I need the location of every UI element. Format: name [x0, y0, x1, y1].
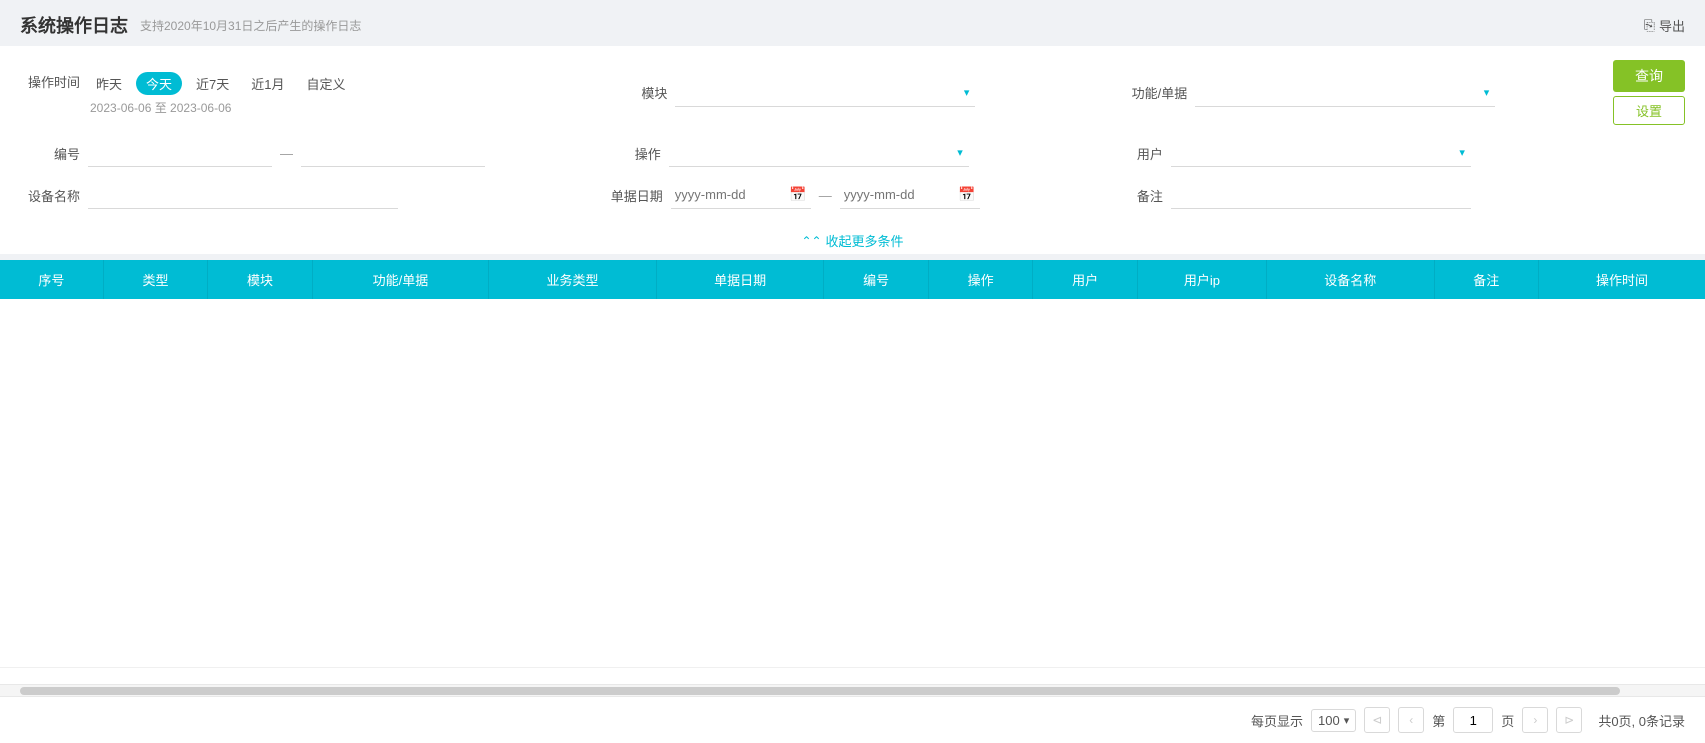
col-biz-type: 业务类型 [489, 260, 657, 299]
page-first-button[interactable]: ⊲ [1364, 707, 1390, 733]
operation-label: 操作 [601, 144, 661, 163]
filter-area: 操作时间 昨天 今天 近7天 近1月 自定义 2023-06-06 至 2023… [0, 46, 1705, 223]
col-seq: 序号 [0, 260, 103, 299]
per-page-chevron-icon: ▾ [1344, 714, 1350, 727]
device-filter-col: 设备名称 [20, 181, 571, 209]
doc-date-label: 单据日期 [601, 186, 663, 205]
table-body [0, 299, 1705, 668]
action-buttons: 查询 设置 [1593, 60, 1685, 125]
time-btn-7days[interactable]: 近7天 [188, 72, 237, 95]
empty-state [8, 308, 1697, 658]
feature-filter-col: 功能/单据 ▾ [1115, 79, 1593, 107]
time-btn-today[interactable]: 今天 [136, 72, 182, 95]
doc-date-dash: — [819, 188, 832, 203]
page-subtitle: 支持2020年10月31日之后产生的操作日志 [140, 17, 361, 34]
operation-select[interactable]: ▾ [669, 139, 969, 167]
collapse-button[interactable]: ⌃⌃ 收起更多条件 [801, 231, 903, 250]
col-op-time: 操作时间 [1539, 260, 1705, 299]
col-user-ip: 用户ip [1137, 260, 1266, 299]
user-chevron-icon: ▾ [1459, 146, 1465, 159]
col-operation: 操作 [928, 260, 1032, 299]
device-input[interactable] [88, 181, 398, 209]
per-page-value: 100 [1318, 713, 1340, 728]
module-label: 模块 [607, 83, 667, 102]
feature-select[interactable]: ▾ [1195, 79, 1495, 107]
remark-filter-col: 备注 [1103, 181, 1575, 209]
page-header: 系统操作日志 支持2020年10月31日之后产生的操作日志 ⎘ 导出 [0, 0, 1705, 46]
table-header: 序号 类型 模块 功能/单据 业务类型 单据日期 编号 操作 用户 用户ip 设… [0, 260, 1705, 299]
data-table: 序号 类型 模块 功能/单据 业务类型 单据日期 编号 操作 用户 用户ip 设… [0, 260, 1705, 668]
export-label: 导出 [1659, 16, 1685, 35]
user-label: 用户 [1103, 144, 1163, 163]
module-filter-col: 模块 ▾ [607, 79, 1085, 107]
page-number-input[interactable] [1453, 707, 1493, 733]
user-filter-col: 用户 ▾ [1103, 139, 1575, 167]
col-feature: 功能/单据 [312, 260, 488, 299]
collapse-icon: ⌃⌃ [801, 234, 821, 248]
export-icon: ⎘ [1644, 17, 1655, 34]
number-dash: — [280, 146, 293, 161]
user-select[interactable]: ▾ [1171, 139, 1471, 167]
table-wrap: 序号 类型 模块 功能/单据 业务类型 单据日期 编号 操作 用户 用户ip 设… [0, 260, 1705, 684]
per-page-label: 每页显示 [1251, 711, 1303, 730]
remark-input[interactable] [1171, 181, 1471, 209]
doc-date-to-input[interactable] [844, 187, 954, 202]
operation-chevron-icon: ▾ [957, 146, 963, 159]
page-label: 第 [1432, 711, 1445, 730]
time-filter-group: 昨天 今天 近7天 近1月 自定义 2023-06-06 至 2023-06-0… [88, 72, 354, 116]
doc-date-to-wrap: 📅 [840, 181, 980, 209]
pagination-bar: 每页显示 100 ▾ ⊲ ‹ 第 页 › ⊳ 共0页, 0条记录 [0, 696, 1705, 743]
page-title: 系统操作日志 [20, 12, 128, 38]
page-next-button[interactable]: › [1522, 707, 1548, 733]
number-input-to[interactable] [301, 139, 485, 167]
per-page-select[interactable]: 100 ▾ [1311, 709, 1356, 732]
filter-row-2: 编号 — 操作 ▾ 用户 [20, 139, 1685, 167]
col-number: 编号 [824, 260, 928, 299]
doc-date-from-input[interactable] [675, 187, 785, 202]
time-btn-yesterday[interactable]: 昨天 [88, 72, 130, 95]
time-btn-custom[interactable]: 自定义 [299, 72, 354, 95]
device-label: 设备名称 [20, 186, 80, 205]
page-prev-button[interactable]: ‹ [1398, 707, 1424, 733]
remark-label: 备注 [1103, 186, 1163, 205]
page-unit: 页 [1501, 711, 1514, 730]
col-doc-date: 单据日期 [656, 260, 824, 299]
col-type: 类型 [103, 260, 207, 299]
filter-row-1: 操作时间 昨天 今天 近7天 近1月 自定义 2023-06-06 至 2023… [20, 60, 1685, 125]
feature-chevron-icon: ▾ [1484, 86, 1490, 99]
collapse-row: ⌃⌃ 收起更多条件 [0, 223, 1705, 254]
scrollbar-thumb[interactable] [20, 687, 1620, 695]
col-remark: 备注 [1434, 260, 1538, 299]
number-label: 编号 [20, 144, 80, 163]
col-device: 设备名称 [1266, 260, 1434, 299]
time-range-display: 2023-06-06 至 2023-06-06 [90, 99, 354, 116]
col-user: 用户 [1033, 260, 1137, 299]
calendar-to-icon[interactable]: 📅 [958, 186, 975, 203]
doc-date-from-wrap: 📅 [671, 181, 811, 209]
time-label: 操作时间 [20, 72, 80, 91]
feature-label: 功能/单据 [1115, 83, 1187, 102]
page-last-button[interactable]: ⊳ [1556, 707, 1582, 733]
export-button[interactable]: ⎘ 导出 [1644, 16, 1685, 35]
doc-date-filter-col: 单据日期 📅 — 📅 [601, 181, 1073, 209]
col-module: 模块 [208, 260, 312, 299]
table-header-row: 序号 类型 模块 功能/单据 业务类型 单据日期 编号 操作 用户 用户ip 设… [0, 260, 1705, 299]
query-button[interactable]: 查询 [1613, 60, 1685, 92]
module-select[interactable]: ▾ [675, 79, 975, 107]
empty-row [0, 299, 1705, 668]
time-filter-col: 操作时间 昨天 今天 近7天 近1月 自定义 2023-06-06 至 2023… [20, 70, 577, 116]
calendar-from-icon[interactable]: 📅 [789, 186, 806, 203]
time-btn-1month[interactable]: 近1月 [243, 72, 292, 95]
number-filter-col: 编号 — [20, 139, 571, 167]
number-input-from[interactable] [88, 139, 272, 167]
operation-filter-col: 操作 ▾ [601, 139, 1073, 167]
collapse-label: 收起更多条件 [826, 231, 904, 250]
module-chevron-icon: ▾ [964, 86, 970, 99]
total-info: 共0页, 0条记录 [1598, 711, 1685, 730]
filter-row-3: 设备名称 单据日期 📅 — 📅 [20, 181, 1685, 223]
horizontal-scrollbar[interactable] [0, 684, 1705, 696]
time-buttons: 昨天 今天 近7天 近1月 自定义 [88, 72, 354, 95]
setting-button[interactable]: 设置 [1613, 96, 1685, 125]
